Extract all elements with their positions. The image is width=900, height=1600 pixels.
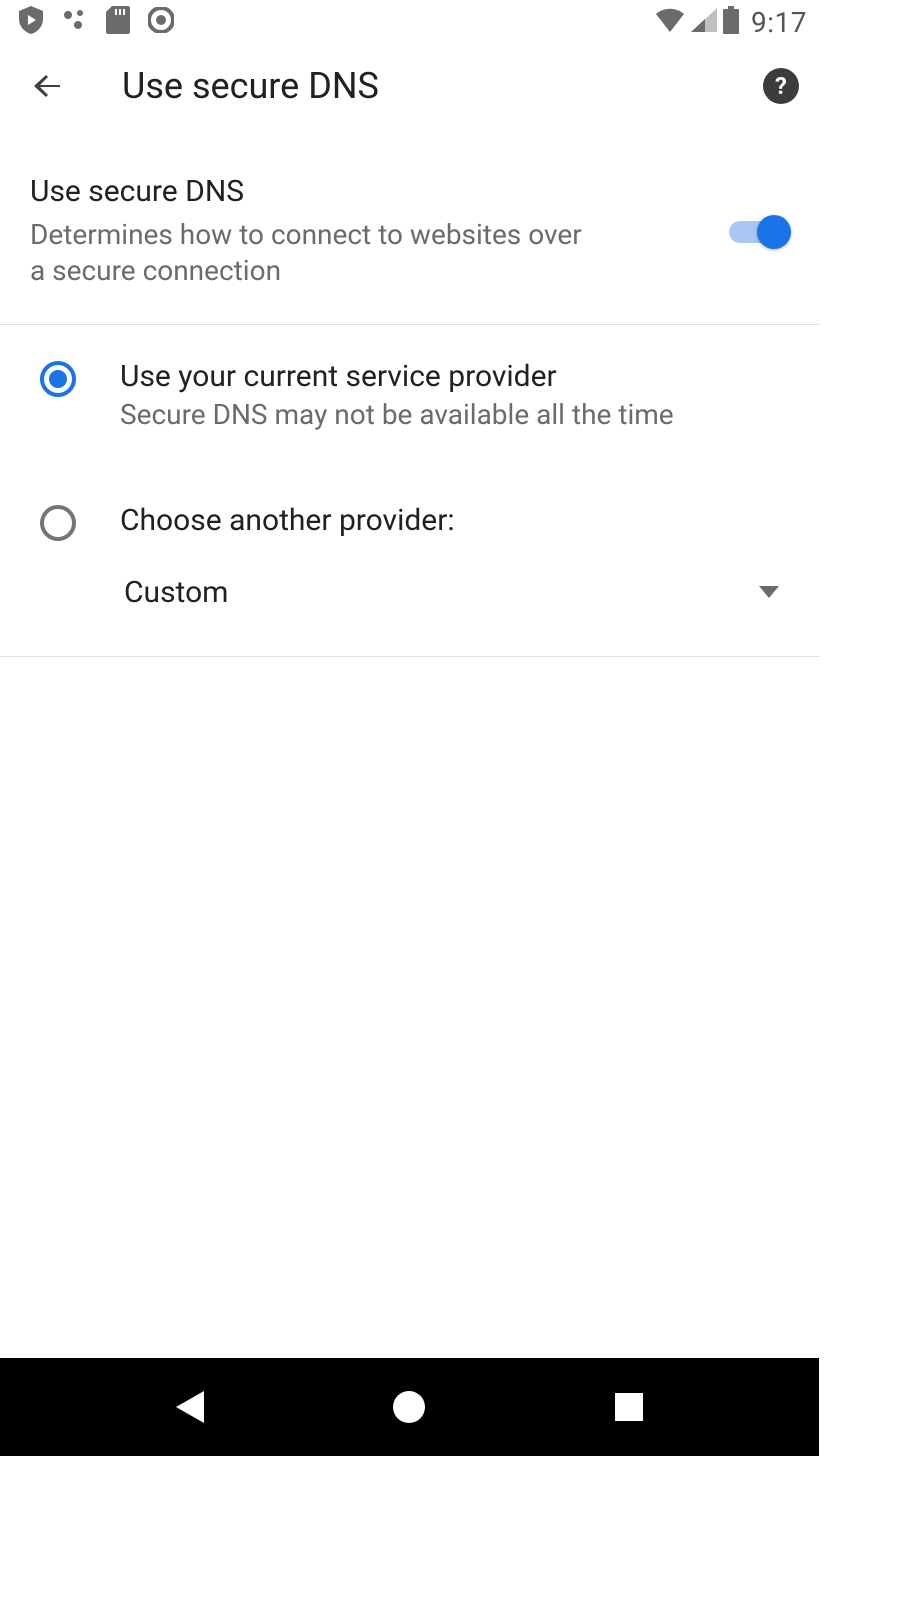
chevron-down-icon	[759, 583, 779, 602]
content-area: Use secure DNS Determines how to connect…	[0, 128, 819, 1358]
status-right-icons: 9:17	[655, 6, 807, 39]
nav-recents-button[interactable]	[609, 1387, 649, 1427]
app-bar: Use secure DNS ?	[0, 44, 819, 128]
cell-signal-icon	[691, 8, 717, 36]
triangle-back-icon	[176, 1391, 204, 1423]
help-icon: ?	[775, 72, 787, 100]
toggle-description: Determines how to connect to websites ov…	[30, 217, 590, 290]
shield-play-icon	[18, 6, 44, 38]
arrow-left-icon	[30, 68, 66, 104]
back-button[interactable]	[26, 64, 70, 108]
option-title: Use your current service provider	[120, 359, 789, 394]
circle-home-icon	[393, 1391, 425, 1423]
radio-text: Use your current service provider Secure…	[120, 359, 789, 431]
radio-text: Choose another provider:	[120, 503, 789, 538]
battery-icon	[723, 6, 739, 38]
option-description: Secure DNS may not be available all the …	[120, 398, 789, 431]
secure-dns-switch[interactable]	[729, 213, 789, 251]
sd-card-icon	[106, 6, 130, 38]
option-another-provider[interactable]: Choose another provider:	[0, 491, 819, 553]
radio-button-unselected	[40, 505, 76, 541]
dropdown-selected-label: Custom	[124, 575, 759, 610]
dots-icon	[62, 7, 88, 37]
radio-inner	[49, 370, 67, 388]
wifi-icon	[655, 8, 685, 36]
switch-thumb	[757, 215, 791, 249]
toggle-title: Use secure DNS	[30, 174, 709, 209]
nav-home-button[interactable]	[389, 1387, 429, 1427]
status-left-icons	[18, 6, 174, 38]
navigation-bar	[0, 1358, 819, 1456]
page-title: Use secure DNS	[122, 65, 711, 107]
option-title: Choose another provider:	[120, 503, 789, 538]
status-time: 9:17	[751, 6, 807, 39]
secure-dns-toggle-row[interactable]: Use secure DNS Determines how to connect…	[0, 128, 819, 325]
option-current-provider[interactable]: Use your current service provider Secure…	[0, 347, 819, 443]
circle-icon	[148, 7, 174, 37]
radio-button-selected	[40, 361, 76, 397]
status-bar: 9:17	[0, 0, 819, 44]
square-recents-icon	[615, 1393, 643, 1421]
provider-options: Use your current service provider Secure…	[0, 325, 819, 657]
toggle-text: Use secure DNS Determines how to connect…	[30, 174, 709, 290]
nav-back-button[interactable]	[170, 1387, 210, 1427]
provider-dropdown[interactable]: Custom	[0, 553, 819, 620]
help-button[interactable]: ?	[763, 68, 799, 104]
